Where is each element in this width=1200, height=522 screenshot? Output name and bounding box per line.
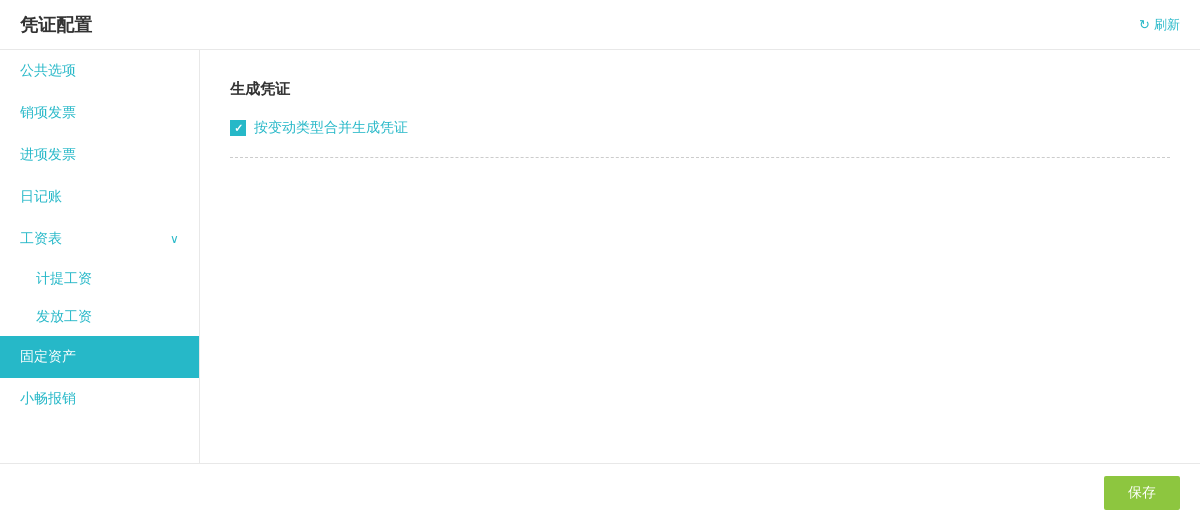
sidebar-item-purchase-invoice[interactable]: 进项发票 [0,134,199,176]
sidebar-item-label: 进项发票 [20,146,76,164]
checkbox-row: ✓ 按变动类型合并生成凭证 [230,119,1170,137]
sidebar-item-expense[interactable]: 小畅报销 [0,378,199,420]
sidebar-item-label: 销项发票 [20,104,76,122]
sidebar-item-label: 日记账 [20,188,62,206]
sidebar-sub-item-label: 计提工资 [36,270,92,286]
checkbox-label: 按变动类型合并生成凭证 [254,119,408,137]
merge-voucher-checkbox[interactable]: ✓ [230,120,246,136]
page-wrapper: 凭证配置 ↻ 刷新 公共选项 销项发票 进项发票 日记账 工资表 ∨ [0,0,1200,522]
checkmark-icon: ✓ [234,122,243,135]
chevron-down-icon: ∨ [170,232,179,246]
main-content: 公共选项 销项发票 进项发票 日记账 工资表 ∨ 计提工资 发放工资 固定资 [0,50,1200,463]
sidebar-item-label: 工资表 [20,230,62,248]
footer: 保存 [0,463,1200,522]
sidebar-item-pay-payroll[interactable]: 发放工资 [0,298,199,336]
sidebar-item-label: 公共选项 [20,62,76,80]
sidebar-item-fixed-assets[interactable]: 固定资产 [0,336,199,378]
refresh-icon: ↻ [1139,17,1150,32]
sidebar-item-calc-payroll[interactable]: 计提工资 [0,260,199,298]
save-button[interactable]: 保存 [1104,476,1180,510]
sidebar: 公共选项 销项发票 进项发票 日记账 工资表 ∨ 计提工资 发放工资 固定资 [0,50,200,463]
refresh-label: 刷新 [1154,16,1180,34]
sidebar-item-label: 固定资产 [20,348,76,366]
section-divider [230,157,1170,158]
content-area: 生成凭证 ✓ 按变动类型合并生成凭证 [200,50,1200,463]
sidebar-item-public[interactable]: 公共选项 [0,50,199,92]
sidebar-item-payroll[interactable]: 工资表 ∨ [0,218,199,260]
sidebar-item-label: 小畅报销 [20,390,76,408]
sidebar-sub-item-label: 发放工资 [36,308,92,324]
sidebar-item-journal[interactable]: 日记账 [0,176,199,218]
refresh-button[interactable]: ↻ 刷新 [1139,16,1180,34]
page-title: 凭证配置 [20,13,92,37]
section-title: 生成凭证 [230,80,1170,99]
sidebar-item-sales-invoice[interactable]: 销项发票 [0,92,199,134]
header: 凭证配置 ↻ 刷新 [0,0,1200,50]
